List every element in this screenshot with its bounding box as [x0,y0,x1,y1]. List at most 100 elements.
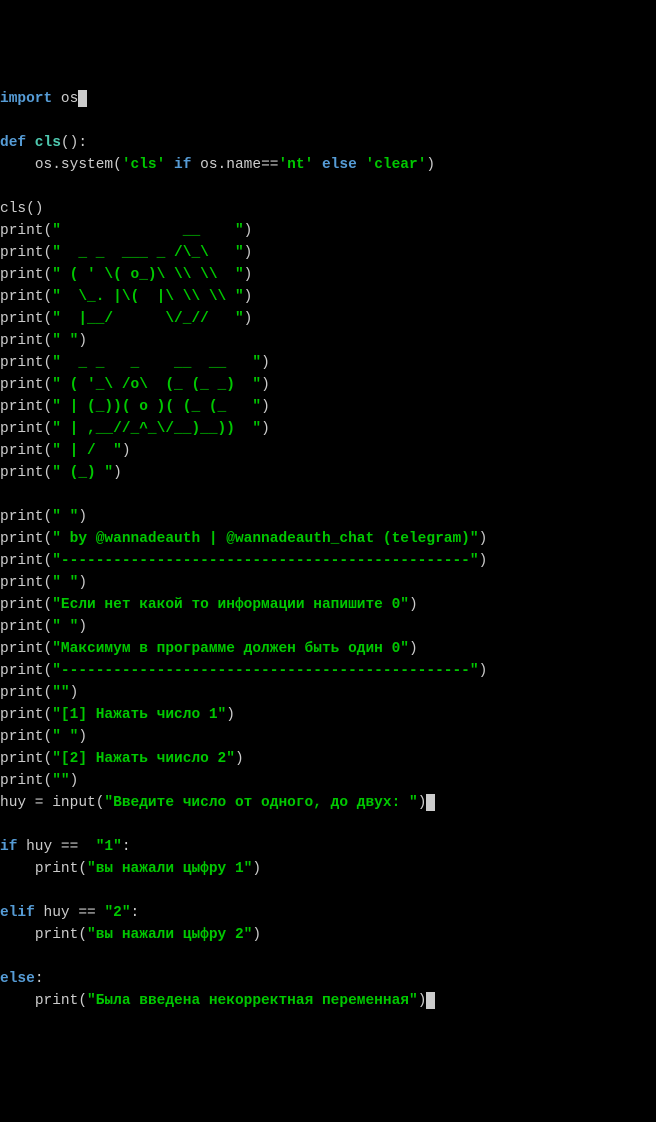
code-line: huy = input("Введите число от одного, до… [0,792,656,814]
module: os [52,91,78,107]
text: ) [226,707,235,723]
code-line: print("[2] Нажать чиисло 2") [0,748,656,770]
code-line: import os [0,88,656,110]
text: : [35,971,44,987]
text: print( [0,377,52,393]
text: print( [0,729,52,745]
text: print( [0,531,52,547]
string: " " [52,509,78,525]
code-line: print("") [0,770,656,792]
code-line [0,110,656,132]
code-line: else: [0,968,656,990]
code-line: print(" __ ") [0,220,656,242]
string: "---------------------------------------… [52,663,478,679]
code-line: os.system('cls' if os.name=='nt' else 'c… [0,154,656,176]
string: "[1] Нажать число 1" [52,707,226,723]
string: "" [52,685,69,701]
text: cls() [0,201,44,217]
code-line: print(" by @wannadeauth | @wannadeauth_c… [0,528,656,550]
cursor [426,794,435,811]
text: ) [418,795,427,811]
text: print( [0,751,52,767]
code-line: print(" (_) ") [0,462,656,484]
code-line: elif huy == "2": [0,902,656,924]
text: print( [0,333,52,349]
string: "[2] Нажать чиисло 2" [52,751,235,767]
text: ) [244,289,253,305]
string: "вы нажали цыфру 2" [87,927,252,943]
text: print( [0,465,52,481]
code-line: print(" \_. |\( |\ \\ \\ ") [0,286,656,308]
code-line: print(" _ _ _ __ __ ") [0,352,656,374]
string: "Максимум в программе должен быть один 0… [52,641,409,657]
text: ) [78,575,87,591]
text: ) [244,223,253,239]
string: " \_. |\( |\ \\ \\ " [52,289,243,305]
keyword: elif [0,905,35,921]
string: " " [52,729,78,745]
code-line: print(" ") [0,572,656,594]
text: print( [0,597,52,613]
text: print( [0,245,52,261]
string: " by @wannadeauth | @wannadeauth_chat (t… [52,531,478,547]
code-line: cls() [0,198,656,220]
cursor [78,90,87,107]
text: ) [479,531,488,547]
text: ) [78,729,87,745]
text [0,993,35,1009]
text: ) [479,553,488,569]
code-line [0,880,656,902]
string: "---------------------------------------… [52,553,478,569]
text: print( [0,707,52,723]
code-line: print("Если нет какой то информации напи… [0,594,656,616]
text: os.system( [35,157,122,173]
text: print( [0,575,52,591]
code-line: print("---------------------------------… [0,550,656,572]
text: print( [0,311,52,327]
code-line: print(" ") [0,726,656,748]
string: "Введите число от одного, до двух: " [104,795,417,811]
text: print( [0,553,52,569]
text: ) [113,465,122,481]
code-line [0,484,656,506]
text: ) [78,333,87,349]
string: " | / " [52,443,122,459]
text: huy = input( [0,795,104,811]
string: "Если нет какой то информации напишите 0… [52,597,409,613]
string: "Была введена некорректная переменная" [87,993,418,1009]
text: ) [78,619,87,635]
string: " (_) " [52,465,113,481]
text [313,157,322,173]
text: print( [35,861,87,877]
text: print( [35,993,87,1009]
code-line: print(" ( '_\ /o\ (_ (_ _) ") [0,374,656,396]
text: ) [261,377,270,393]
string: 'clear' [366,157,427,173]
keyword: def [0,135,26,151]
text [0,861,35,877]
text: ) [244,311,253,327]
string: "вы нажали цыфру 1" [87,861,252,877]
text: huy == [35,905,105,921]
keyword: import [0,91,52,107]
text: ) [122,443,131,459]
string: 'nt' [278,157,313,173]
code-line: print("") [0,682,656,704]
text: print( [0,289,52,305]
code-line: print(" ") [0,506,656,528]
text: ) [252,861,261,877]
code-line: print(" ") [0,616,656,638]
text: ) [479,663,488,679]
text [0,927,35,943]
text: print( [0,443,52,459]
text: os.name== [191,157,278,173]
text: ) [70,773,79,789]
code-line: print("[1] Нажать число 1") [0,704,656,726]
code-editor[interactable]: import os def cls(): os.system('cls' if o… [0,88,656,1012]
string: " | (_))( o )( (_ (_ " [52,399,261,415]
text: : [122,839,131,855]
text: ) [244,267,253,283]
code-line: def cls(): [0,132,656,154]
string: " _ _ _ __ __ " [52,355,261,371]
text: (): [61,135,87,151]
